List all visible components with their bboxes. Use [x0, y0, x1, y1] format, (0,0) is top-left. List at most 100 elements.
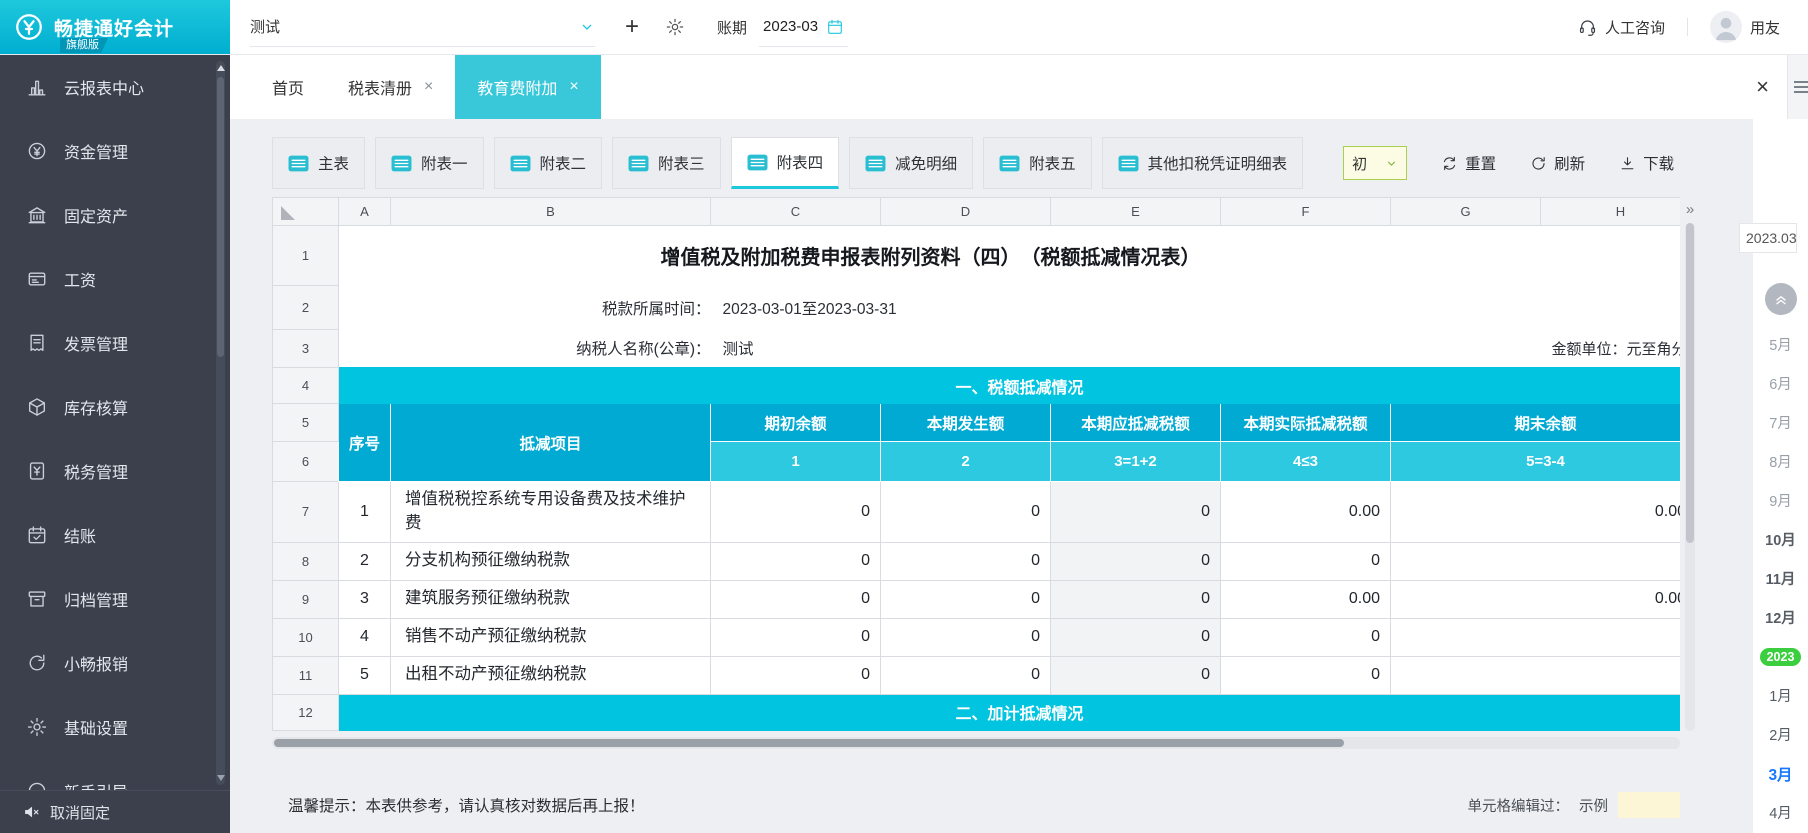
cell-actual[interactable]: 0.00	[1220, 579, 1391, 619]
row-header[interactable]: 6	[272, 441, 339, 482]
month-item-9月[interactable]: 9月	[1769, 481, 1792, 520]
cell-opening[interactable]: 0	[710, 655, 881, 695]
month-item-7月[interactable]: 7月	[1769, 403, 1792, 442]
download-button[interactable]: 下载	[1619, 152, 1674, 174]
year-badge[interactable]: 2023	[1759, 637, 1802, 676]
expand-panel-button[interactable]: »	[1684, 197, 1696, 221]
gear-icon[interactable]	[665, 17, 685, 37]
select-all-corner[interactable]	[272, 197, 339, 226]
header-subcol[interactable]: 5=3-4	[1390, 441, 1680, 482]
cell-actual[interactable]: 0	[1220, 617, 1391, 657]
month-item-2月[interactable]: 2月	[1769, 715, 1792, 754]
month-item-6月[interactable]: 6月	[1769, 364, 1792, 403]
month-item-5月[interactable]: 5月	[1769, 325, 1792, 364]
cell-current[interactable]: 0	[880, 617, 1051, 657]
rail-current-period[interactable]: 2023.03	[1739, 223, 1797, 253]
cell-current[interactable]: 0	[880, 579, 1051, 619]
unpin-sidebar-button[interactable]: 取消固定	[0, 790, 230, 833]
cell-deductible[interactable]: 0	[1050, 617, 1221, 657]
sidebar-item-9[interactable]: 归档管理	[0, 567, 230, 631]
cell-ending[interactable]	[1390, 541, 1680, 581]
column-header-G[interactable]: G	[1390, 197, 1541, 226]
sidebar-item-5[interactable]: 发票管理	[0, 311, 230, 375]
header-col[interactable]: 期末余额	[1390, 403, 1680, 442]
taxpayer-value[interactable]: 测试	[710, 329, 1051, 368]
scroll-up-arrow-icon[interactable]	[216, 65, 225, 71]
cell-opening[interactable]: 0	[710, 579, 881, 619]
sidebar-scrollbar[interactable]	[216, 61, 225, 785]
cell-ending[interactable]: 0.00	[1390, 579, 1680, 619]
company-select[interactable]: 测试	[250, 8, 595, 47]
close-icon[interactable]: ×	[569, 78, 578, 96]
sidebar-item-2[interactable]: 资金管理	[0, 119, 230, 183]
row-header[interactable]: 1	[272, 225, 339, 286]
column-header-C[interactable]: C	[710, 197, 881, 226]
cell-deductible[interactable]: 0	[1050, 655, 1221, 695]
sheet-tab-附表二[interactable]: 附表二	[493, 137, 603, 189]
scroll-down-arrow-icon[interactable]	[216, 775, 225, 781]
unit-label[interactable]: 金额单位：元至角分	[1050, 329, 1680, 368]
section-2-band[interactable]: 二、加计抵减情况	[338, 693, 1680, 731]
vertical-scrollbar[interactable]: »	[1684, 197, 1696, 731]
sheet-tab-附表四[interactable]: 附表四	[730, 137, 840, 189]
header-col[interactable]: 本期发生额	[880, 403, 1051, 442]
cell-deductible[interactable]: 0	[1050, 579, 1221, 619]
cell-ending[interactable]	[1390, 617, 1680, 657]
header-col[interactable]: 期初余额	[710, 403, 881, 442]
column-header-F[interactable]: F	[1220, 197, 1391, 226]
add-button[interactable]: +	[625, 15, 639, 39]
sidebar-item-10[interactable]: 小畅报销	[0, 631, 230, 695]
header-col[interactable]: 本期实际抵减税额	[1220, 403, 1391, 442]
row-header[interactable]: 11	[272, 655, 339, 695]
cell-ending[interactable]: 0.00	[1390, 481, 1680, 543]
tab-首页[interactable]: 首页	[250, 55, 326, 119]
tab-list-menu-button[interactable]	[1787, 55, 1808, 119]
month-item-4月[interactable]: 4月	[1769, 793, 1792, 832]
month-item-8月[interactable]: 8月	[1769, 442, 1792, 481]
cell-seq[interactable]: 1	[338, 481, 391, 543]
row-header[interactable]: 4	[272, 367, 339, 404]
header-col[interactable]: 本期应抵减税额	[1050, 403, 1221, 442]
cell-opening[interactable]: 0	[710, 481, 881, 543]
cell-actual[interactable]: 0	[1220, 655, 1391, 695]
sheet-tab-其他扣税凭证明细表[interactable]: 其他扣税凭证明细表	[1101, 137, 1304, 189]
tab-教育费附加[interactable]: 教育费附加 ×	[455, 55, 601, 119]
cell-seq[interactable]: 5	[338, 655, 391, 695]
month-item-12月[interactable]: 12月	[1765, 598, 1796, 637]
sidebar-scroll-thumb[interactable]	[217, 77, 224, 357]
period-picker[interactable]: 2023-03	[759, 8, 849, 47]
cell-actual[interactable]: 0	[1220, 541, 1391, 581]
sidebar-item-12[interactable]: 新手引导	[0, 759, 230, 790]
sidebar-item-6[interactable]: 库存核算	[0, 375, 230, 439]
cell-seq[interactable]: 2	[338, 541, 391, 581]
close-all-tabs-button[interactable]: ×	[1738, 55, 1787, 119]
month-item-3月[interactable]: 3月	[1768, 754, 1792, 793]
header-subcol[interactable]: 2	[880, 441, 1051, 482]
sidebar-item-1[interactable]: 云报表中心	[0, 55, 230, 119]
cell-opening[interactable]: 0	[710, 541, 881, 581]
support-button[interactable]: 人工咨询	[1578, 17, 1665, 38]
cell-seq[interactable]: 3	[338, 579, 391, 619]
sheet-tab-附表一[interactable]: 附表一	[375, 137, 484, 189]
cell-item[interactable]: 建筑服务预征缴纳税款	[390, 579, 711, 619]
header-subcol[interactable]: 1	[710, 441, 881, 482]
cell-deductible[interactable]: 0	[1050, 541, 1221, 581]
cell-item[interactable]: 出租不动产预征缴纳税款	[390, 655, 711, 695]
header-subcol[interactable]: 3=1+2	[1050, 441, 1221, 482]
cell-deductible[interactable]: 0	[1050, 481, 1221, 543]
tax-period-value[interactable]: 2023-03-01至2023-03-31	[710, 285, 1680, 330]
header-seq[interactable]: 序号	[338, 403, 391, 482]
column-header-D[interactable]: D	[880, 197, 1051, 226]
row-header[interactable]: 5	[272, 403, 339, 442]
scroll-months-up-button[interactable]	[1764, 283, 1797, 315]
tab-税表清册[interactable]: 税表清册 ×	[326, 55, 455, 119]
header-item[interactable]: 抵减项目	[390, 403, 711, 482]
cell-seq[interactable]: 4	[338, 617, 391, 657]
section-1-band[interactable]: 一、税额抵减情况	[338, 367, 1680, 404]
row-header[interactable]: 8	[272, 541, 339, 581]
cell-item[interactable]: 销售不动产预征缴纳税款	[390, 617, 711, 657]
sheet-tab-附表三[interactable]: 附表三	[612, 137, 721, 189]
vertical-scroll-thumb[interactable]	[1686, 223, 1694, 543]
taxpayer-label[interactable]: 纳税人名称(公章)：	[390, 329, 711, 368]
reset-button[interactable]: 重置	[1441, 152, 1496, 174]
